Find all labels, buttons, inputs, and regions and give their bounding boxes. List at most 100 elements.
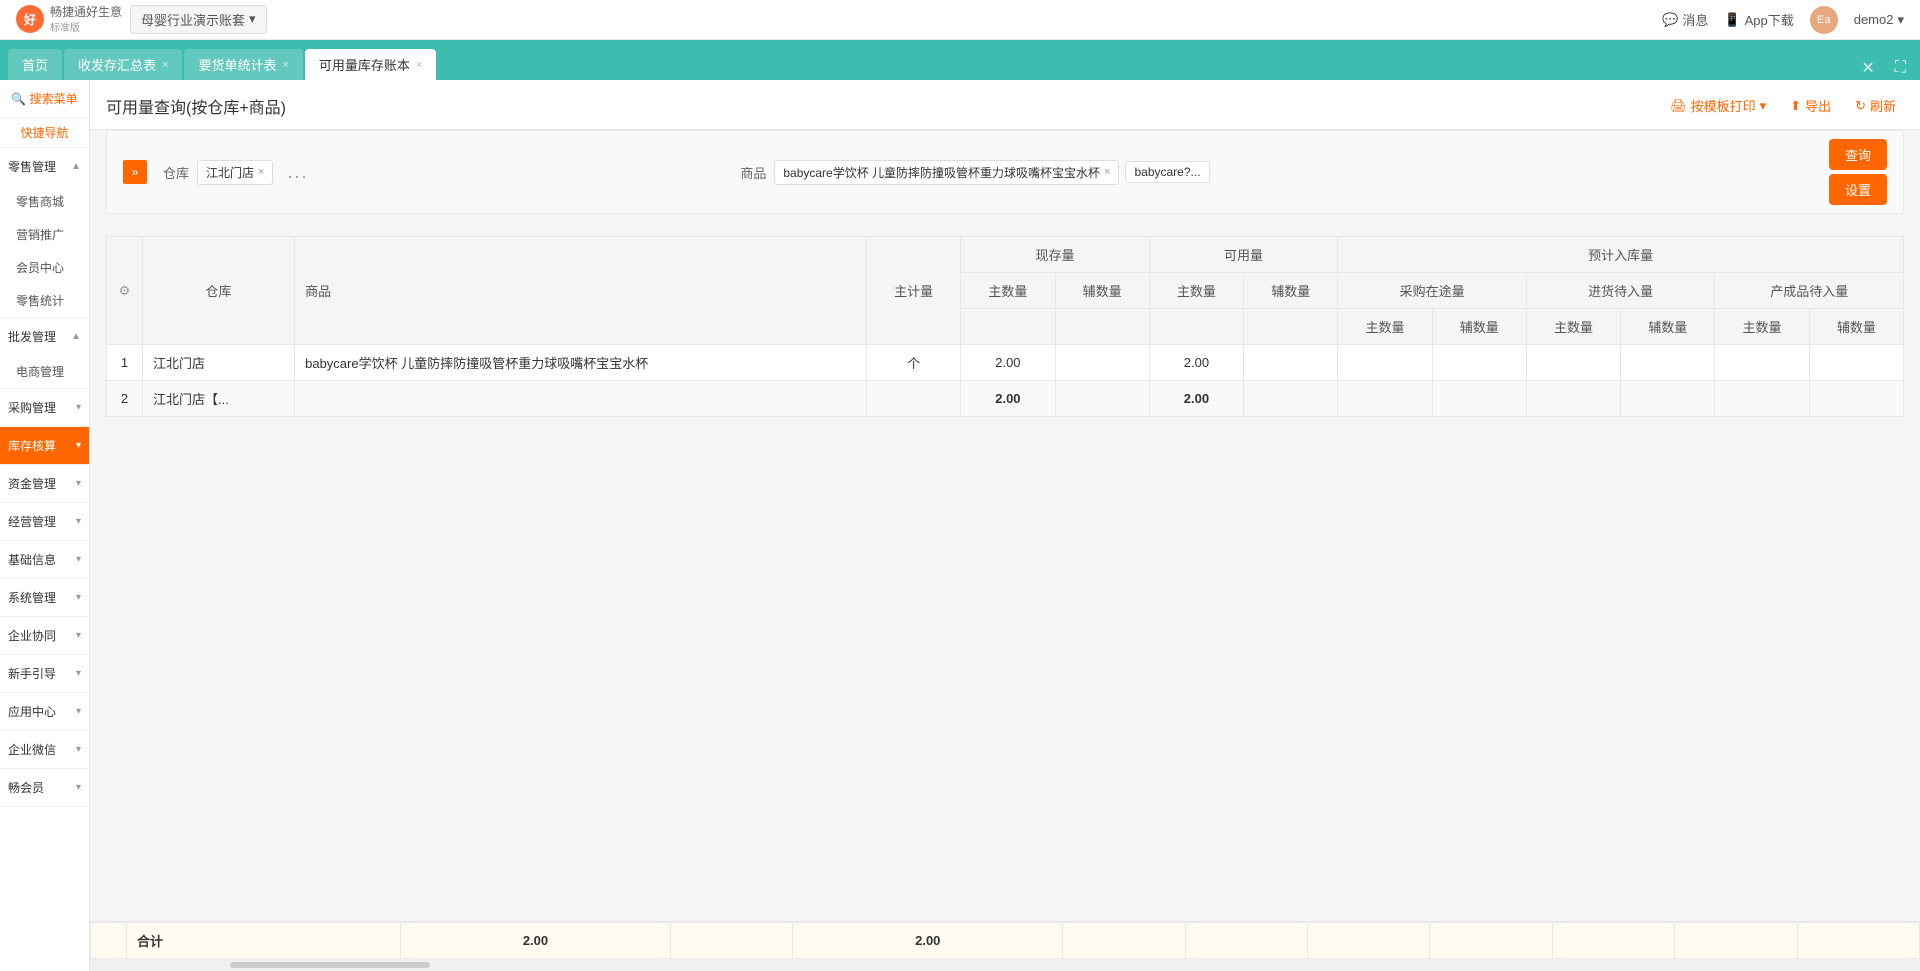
tab-order-stats[interactable]: 要货单统计表 × — [184, 49, 302, 80]
app-download-btn[interactable]: 📱 App下载 — [1724, 10, 1793, 29]
sidebar-group-wechat-header[interactable]: 企业微信 ▾ — [0, 731, 89, 768]
industry-selector[interactable]: 母婴行业演示账套 ▾ — [130, 5, 267, 34]
th-current-stock: 现存量 — [961, 237, 1150, 273]
message-btn[interactable]: 💬 消息 — [1662, 10, 1708, 29]
tab-home[interactable]: 首页 — [8, 49, 62, 80]
user-name[interactable]: demo2 ▾ — [1854, 12, 1904, 28]
sidebar-group-guide-header[interactable]: 新手引导 ▾ — [0, 655, 89, 692]
content-area: 可用量查询(按仓库+商品) 🖨 按模板打印 ▾ ⬆ 导出 ↻ 刷新 — [90, 80, 1920, 971]
settings-gear-icon[interactable]: ⚙ — [119, 283, 131, 298]
product-tag1-text: babycare学饮杯 儿童防摔防撞吸管杯重力球吸嘴杯宝宝水杯 — [783, 164, 1100, 181]
sidebar-group-retail-header[interactable]: 零售管理 ▲ — [0, 148, 89, 185]
chevron-down-icon10: ▾ — [76, 706, 81, 717]
sidebar-group-basic-header[interactable]: 基础信息 ▾ — [0, 541, 89, 578]
sidebar-group-enterprise-header[interactable]: 企业协同 ▾ — [0, 617, 89, 654]
product-tag1[interactable]: babycare学饮杯 儿童防摔防撞吸管杯重力球吸嘴杯宝宝水杯 × — [774, 160, 1119, 185]
settings-btn[interactable]: 设置 — [1829, 174, 1887, 205]
expand-btn[interactable]: » — [123, 160, 147, 184]
sidebar-enterprise-label: 企业协同 — [8, 627, 56, 644]
summary-pt-main — [1185, 923, 1307, 959]
data-table: ⚙ 仓库 商品 主计量 现存量 可用量 预计入库量 主数量 辅数量 主数量 辅数… — [106, 236, 1904, 417]
sidebar-group-basic: 基础信息 ▾ — [0, 541, 89, 579]
query-btn[interactable]: 查询 — [1829, 139, 1887, 170]
sidebar-retail-label: 零售管理 — [8, 158, 56, 175]
industry-label: 母婴行业演示账套 — [141, 10, 245, 29]
th-avail-aux: 辅数量 — [1244, 273, 1338, 309]
th-avail-main: 主数量 — [1149, 273, 1243, 309]
th-planned-in: 预计入库量 — [1338, 237, 1904, 273]
horizontal-scrollbar[interactable] — [230, 962, 430, 968]
sidebar-item-marketing[interactable]: 营销推广 — [0, 218, 89, 251]
sidebar-group-finance-header[interactable]: 资金管理 ▾ — [0, 465, 89, 502]
summary-current-main: 2.00 — [401, 923, 671, 959]
chevron-up-icon: ▲ — [71, 161, 81, 172]
summary-empty-1 — [91, 923, 127, 959]
sidebar-item-ecommerce[interactable]: 电商管理 — [0, 355, 89, 388]
sidebar-group-inventory: 库存核算 ▾ — [0, 427, 89, 465]
cell-pt-main-1 — [1338, 345, 1432, 381]
cell-curr-main-1: 2.00 — [961, 345, 1055, 381]
tab-receive-send-close[interactable]: × — [162, 59, 168, 71]
table-area: ⚙ 仓库 商品 主计量 现存量 可用量 预计入库量 主数量 辅数量 主数量 辅数… — [90, 224, 1920, 921]
chevron-up-icon2: ▲ — [71, 331, 81, 342]
warehouse-tag-remove[interactable]: × — [258, 166, 264, 178]
sidebar-group-system-header[interactable]: 系统管理 ▾ — [0, 579, 89, 616]
logo-icon: 好 — [16, 5, 44, 33]
sidebar-group-inventory-header[interactable]: 库存核算 ▾ — [0, 427, 89, 464]
sidebar-item-retail-stats[interactable]: 零售统计 — [0, 284, 89, 317]
product-tag1-remove[interactable]: × — [1104, 166, 1110, 178]
cell-unit-2 — [867, 381, 961, 417]
cell-avail-main-1: 2.00 — [1149, 345, 1243, 381]
cell-avail-aux-1 — [1244, 345, 1338, 381]
sidebar-group-member-header[interactable]: 畅会员 ▾ — [0, 769, 89, 806]
scrollbar-area — [90, 959, 1920, 971]
top-bar-right: 💬 消息 📱 App下载 Ea demo2 ▾ — [1662, 6, 1904, 34]
cell-avail-aux-2 — [1244, 381, 1338, 417]
summary-pp-aux — [1552, 923, 1674, 959]
th-warehouse: 仓库 — [143, 237, 295, 345]
print-btn[interactable]: 🖨 按模板打印 ▾ — [1662, 92, 1774, 119]
sidebar-group-guide: 新手引导 ▾ — [0, 655, 89, 693]
sidebar-inventory-label: 库存核算 — [8, 437, 56, 454]
chevron-down-print: ▾ — [1760, 98, 1767, 114]
maximize-btn[interactable]: ⛶ — [1889, 57, 1912, 79]
th-prod-aux: 辅数量 — [1809, 309, 1903, 345]
sidebar-group-operation-header[interactable]: 经营管理 ▾ — [0, 503, 89, 540]
sidebar-group-appstore-header[interactable]: 应用中心 ▾ — [0, 693, 89, 730]
th-current-main: 主数量 — [961, 273, 1055, 309]
top-bar: 好 畅捷通好生意 标准版 母婴行业演示账套 ▾ 💬 消息 📱 App下载 Ea … — [0, 0, 1920, 40]
summary-current-aux — [670, 923, 792, 959]
cell-pp-main-2 — [1526, 381, 1620, 417]
tab-available-ledger[interactable]: 可用量库存账本 × — [305, 49, 436, 80]
th-current-aux: 辅数量 — [1055, 273, 1149, 309]
sidebar-item-member-center[interactable]: 会员中心 — [0, 251, 89, 284]
summary-pp-main — [1430, 923, 1552, 959]
avatar-text: Ea — [1817, 14, 1830, 26]
cell-pp-aux-2 — [1621, 381, 1715, 417]
cell-pp-aux-1 — [1621, 345, 1715, 381]
tab-order-stats-close[interactable]: × — [282, 59, 288, 71]
page-title: 可用量查询(按仓库+商品) — [106, 94, 286, 118]
cell-curr-aux-2 — [1055, 381, 1149, 417]
product-tag2-text: babycare?... — [1134, 165, 1200, 179]
sidebar-group-purchase-header[interactable]: 采购管理 ▾ — [0, 389, 89, 426]
sidebar-group-wholesale-header[interactable]: 批发管理 ▲ — [0, 318, 89, 355]
cell-pp-main-1 — [1526, 345, 1620, 381]
sidebar-search[interactable]: 🔍 搜索菜单 — [0, 80, 89, 118]
sidebar-nav[interactable]: 快捷导航 — [0, 118, 89, 148]
cell-pt-aux-2 — [1432, 381, 1526, 417]
refresh-btn[interactable]: ↻ 刷新 — [1847, 92, 1904, 119]
warehouse-filter-dots[interactable]: ... — [279, 162, 316, 183]
avatar[interactable]: Ea — [1810, 6, 1838, 34]
tab-available-ledger-close[interactable]: × — [416, 59, 422, 71]
th-prod-main: 主数量 — [1715, 309, 1809, 345]
warehouse-tag[interactable]: 江北门店 × — [197, 160, 273, 185]
export-btn[interactable]: ⬆ 导出 — [1782, 92, 1839, 119]
close-window-btn[interactable]: ✕ — [1855, 56, 1880, 80]
logo-text-block: 畅捷通好生意 标准版 — [50, 5, 122, 34]
chevron-down-icon7: ▾ — [76, 592, 81, 603]
tab-receive-send[interactable]: 收发存汇总表 × — [64, 49, 182, 80]
product-tag2[interactable]: babycare?... — [1125, 161, 1209, 183]
th-pp-main: 主数量 — [1526, 309, 1620, 345]
sidebar-item-retail-shop[interactable]: 零售商城 — [0, 185, 89, 218]
